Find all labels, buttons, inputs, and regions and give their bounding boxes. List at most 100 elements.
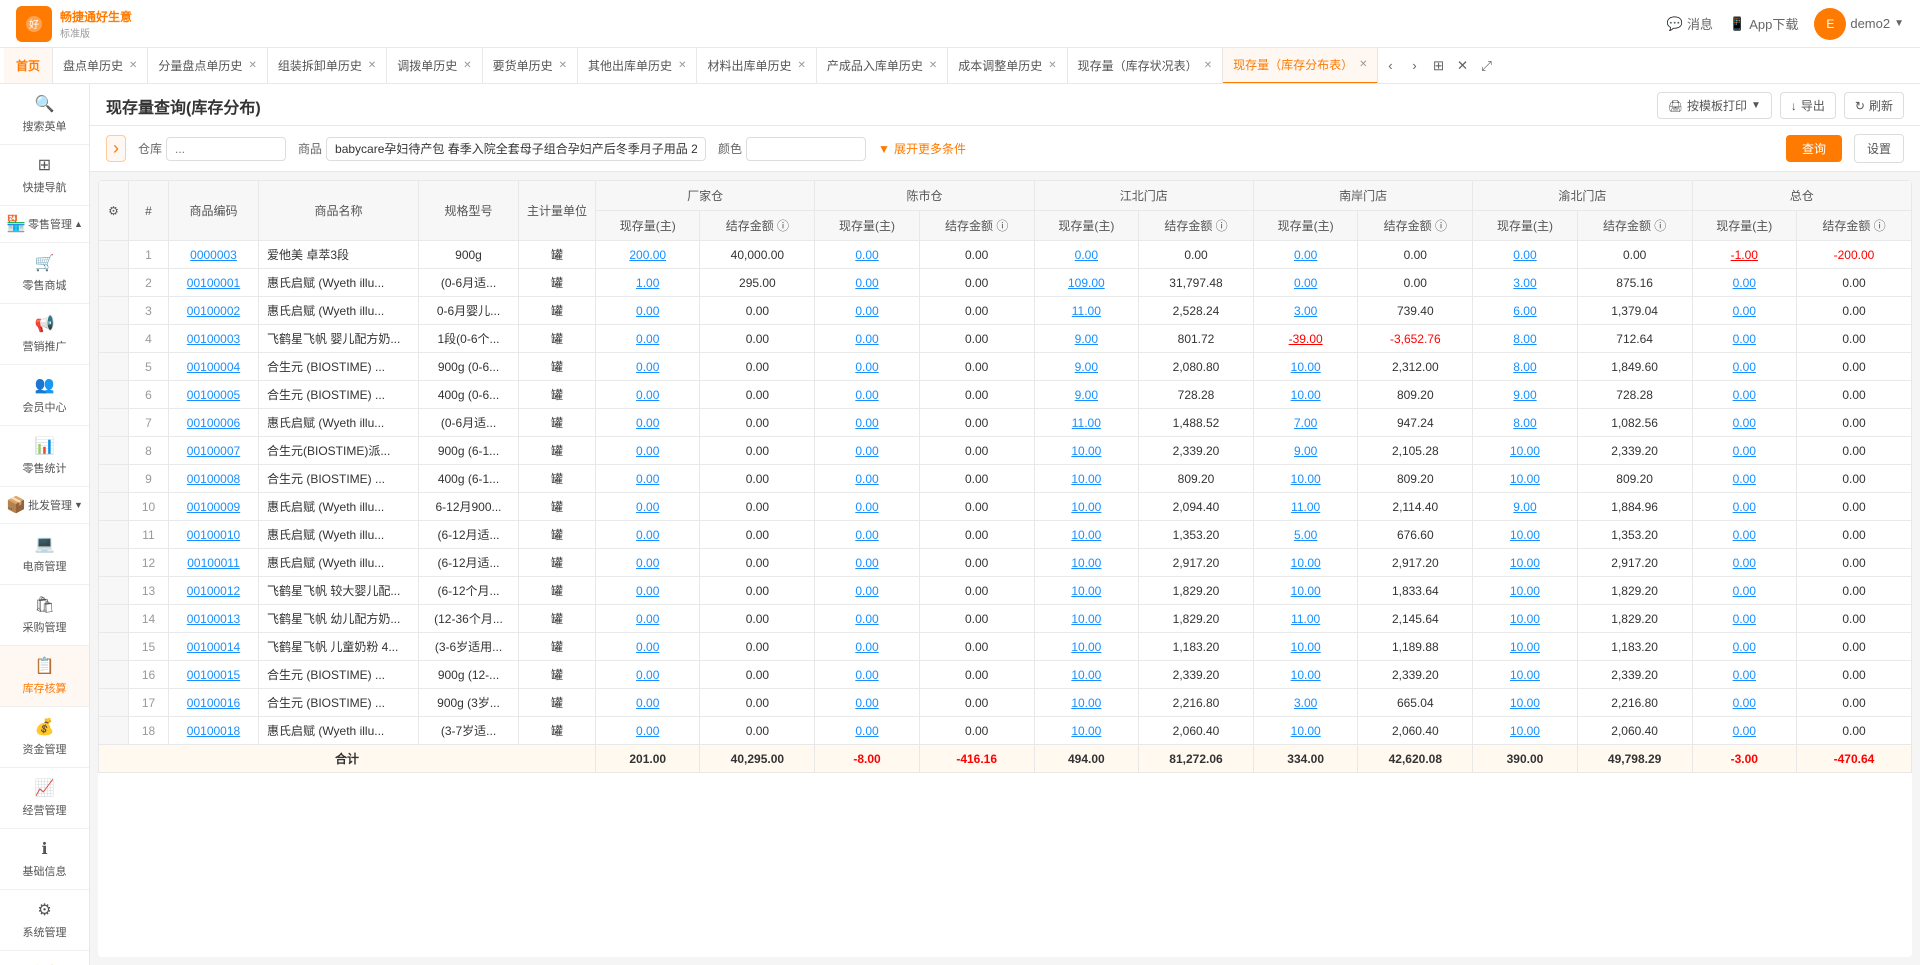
- content-area: 现存量查询(库存分布) 🖨 按模板打印 ▼ ↓ 导出 ↻: [90, 84, 1920, 965]
- col-settings[interactable]: ⚙: [99, 181, 129, 241]
- laptop-icon: 💻: [35, 534, 55, 554]
- col-index-header: #: [129, 181, 169, 241]
- tab-sub-inventory[interactable]: 分量盘点单历史 ✕: [148, 48, 267, 84]
- tab-disassemble[interactable]: 组装拆卸单历史 ✕: [268, 48, 387, 84]
- sidebar-item-retail-mgmt[interactable]: 🏪 零售管理 ▲: [0, 206, 89, 243]
- table-row: 1 0000003 爱他美 卓萃3段 900g 罐 200.00 40,000.…: [99, 241, 1912, 269]
- tab-material-out[interactable]: 材料出库单历史 ✕: [697, 48, 816, 84]
- col-chenshi-header: 陈市仓: [815, 181, 1034, 211]
- user-menu[interactable]: E demo2 ▼: [1814, 8, 1904, 40]
- table-row: 4 00100003 飞鹤星飞帆 婴儿配方奶... 1段(0-6个... 罐 0…: [99, 325, 1912, 353]
- refresh-btn[interactable]: ↻ 刷新: [1844, 92, 1904, 119]
- table-row: 16 00100015 合生元 (BIOSTIME) ... 900g (12-…: [99, 661, 1912, 689]
- tab-close-icon[interactable]: ✕: [797, 60, 805, 71]
- tab-close-icon[interactable]: ✕: [1204, 60, 1212, 71]
- tab-close-icon[interactable]: ✕: [463, 60, 471, 71]
- tab-stock-distribution[interactable]: 现存量（库存分布表） ✕: [1223, 48, 1378, 84]
- tab-close-icon[interactable]: ✕: [559, 60, 567, 71]
- sidebar-item-wholesale[interactable]: 📦 批发管理 ▼: [0, 487, 89, 524]
- export-icon: ↓: [1791, 99, 1797, 113]
- tab-home[interactable]: 首页: [4, 48, 53, 84]
- col-spec-header: 规格型号: [419, 181, 519, 241]
- tab-purchase[interactable]: 要货单历史 ✕: [483, 48, 578, 84]
- tab-expand-btn[interactable]: ⤢: [1474, 48, 1498, 84]
- sidebar-item-base-info[interactable]: ℹ 基础信息: [0, 829, 89, 890]
- tab-close-icon[interactable]: ✕: [678, 60, 686, 71]
- trending-icon: 📈: [35, 778, 55, 798]
- top-bar: 好 畅捷通好生意 标准版 💬 消息 📱 App下载 E demo2 ▼: [0, 0, 1920, 48]
- tab-close-icon[interactable]: ✕: [129, 60, 137, 71]
- table-row: 13 00100012 飞鹤星飞帆 较大婴儿配... (6-12个月... 罐 …: [99, 577, 1912, 605]
- col-name-header: 商品名称: [259, 181, 419, 241]
- tab-transfer[interactable]: 调拨单历史 ✕: [387, 48, 482, 84]
- search-icon: 🔍: [35, 94, 55, 114]
- data-table-container: ⚙ # 商品编码 商品名称 规格型号 主计量单位 厂家仓 陈市仓 江北门店 南岸…: [98, 180, 1912, 957]
- clipboard-icon: 📋: [35, 656, 55, 676]
- color-input[interactable]: [746, 137, 866, 161]
- export-btn[interactable]: ↓ 导出: [1780, 92, 1836, 119]
- sidebar-item-quick-nav[interactable]: ⊞ 快捷导航: [0, 145, 89, 206]
- sidebar-item-operations[interactable]: 📈 经营管理: [0, 768, 89, 829]
- tab-close-icon[interactable]: ✕: [1359, 59, 1367, 70]
- tab-next-btn[interactable]: ›: [1402, 48, 1426, 84]
- col-factory-amt-header: 结存金额 ⓘ: [700, 211, 815, 241]
- query-btn[interactable]: 查询: [1786, 135, 1842, 162]
- col-factory-header: 厂家仓: [596, 181, 815, 211]
- sidebar-item-ecommerce[interactable]: 💻 电商管理: [0, 524, 89, 585]
- sidebar-item-corp-collab[interactable]: 🤝 企业协同: [0, 951, 89, 965]
- sidebar-item-marketing[interactable]: 📢 营销推广: [0, 304, 89, 365]
- main-layout: 🔍 搜索英单 ⊞ 快捷导航 🏪 零售管理 ▲ 🛒 零售商城 📢 营销推广 �: [0, 84, 1920, 965]
- sidebar-item-finance[interactable]: 💰 资金管理: [0, 707, 89, 768]
- tab-close-icon[interactable]: ✕: [1048, 60, 1056, 71]
- svg-text:好: 好: [29, 19, 39, 31]
- message-btn[interactable]: 💬 消息: [1667, 14, 1713, 33]
- col-code-header: 商品编码: [169, 181, 259, 241]
- col-nanan-header: 南岸门店: [1253, 181, 1472, 211]
- table-row: 7 00100006 惠氏启赋 (Wyeth illu... (0-6月适...…: [99, 409, 1912, 437]
- tab-stock-status[interactable]: 现存量（库存状况表） ✕: [1068, 48, 1223, 84]
- tab-prev-btn[interactable]: ‹: [1378, 48, 1402, 84]
- col-jiangbei-amt-header: 结存金额 ⓘ: [1139, 211, 1254, 241]
- info-icon: ℹ: [41, 839, 47, 859]
- printer-icon: 🖨: [1668, 99, 1683, 113]
- sidebar-item-retail-stats[interactable]: 📊 零售统计: [0, 426, 89, 487]
- tab-close-icon[interactable]: ✕: [368, 60, 376, 71]
- tab-close-all-btn[interactable]: ✕: [1450, 48, 1474, 84]
- tab-cost-adjust[interactable]: 成本调整单历史 ✕: [948, 48, 1067, 84]
- tab-close-icon[interactable]: ✕: [248, 60, 256, 71]
- chevron-down-icon: ▼: [1751, 100, 1761, 111]
- tab-menu-btn[interactable]: ⊞: [1426, 48, 1450, 84]
- logo-text: 畅捷通好生意 标准版: [60, 8, 132, 40]
- settings-btn[interactable]: 设置: [1854, 134, 1904, 163]
- col-chenshi-amt-header: 结存金额 ⓘ: [919, 211, 1034, 241]
- warehouse-filter: 仓库: [138, 137, 286, 161]
- page-title: 现存量查询(库存分布): [106, 94, 261, 118]
- sidebar-item-system[interactable]: ⚙ 系统管理: [0, 890, 89, 951]
- sidebar-item-search[interactable]: 🔍 搜索英单: [0, 84, 89, 145]
- expand-arrow-btn[interactable]: ›: [106, 135, 126, 162]
- col-jiangbei-qty-header: 现存量(主): [1034, 211, 1138, 241]
- sidebar-item-purchase[interactable]: 🛍 采购管理: [0, 585, 89, 646]
- table-row: 17 00100016 合生元 (BIOSTIME) ... 900g (3岁.…: [99, 689, 1912, 717]
- sidebar: 🔍 搜索英单 ⊞ 快捷导航 🏪 零售管理 ▲ 🛒 零售商城 📢 营销推广 �: [0, 84, 90, 965]
- tab-inventory-count[interactable]: 盘点单历史 ✕: [53, 48, 148, 84]
- col-nanan-qty-header: 现存量(主): [1253, 211, 1357, 241]
- tab-close-icon[interactable]: ✕: [929, 60, 937, 71]
- table-row: 14 00100013 飞鹤星飞帆 幼儿配方奶... (12-36个月... 罐…: [99, 605, 1912, 633]
- product-input[interactable]: [326, 137, 706, 161]
- table-row: 5 00100004 合生元 (BIOSTIME) ... 900g (0-6.…: [99, 353, 1912, 381]
- table-row: 15 00100014 飞鹤星飞帆 儿童奶粉 4... (3-6岁适用... 罐…: [99, 633, 1912, 661]
- sidebar-item-inventory[interactable]: 📋 库存核算: [0, 646, 89, 707]
- tab-other-out[interactable]: 其他出库单历史 ✕: [578, 48, 697, 84]
- expand-conditions-btn[interactable]: ▼ 展开更多条件: [878, 140, 966, 157]
- sidebar-item-member[interactable]: 👥 会员中心: [0, 365, 89, 426]
- print-btn[interactable]: 🖨 按模板打印 ▼: [1657, 92, 1772, 119]
- app-download-btn[interactable]: 📱 App下载: [1729, 14, 1798, 33]
- logo-icon: 好: [16, 6, 52, 42]
- message-icon: 💬: [1667, 16, 1683, 32]
- warehouse-input[interactable]: [166, 137, 286, 161]
- header-actions: 🖨 按模板打印 ▼ ↓ 导出 ↻ 刷新: [1657, 92, 1904, 119]
- col-total-header: 总仓: [1692, 181, 1911, 211]
- sidebar-item-retail-mall[interactable]: 🛒 零售商城: [0, 243, 89, 304]
- tab-product-in[interactable]: 产成品入库单历史 ✕: [817, 48, 948, 84]
